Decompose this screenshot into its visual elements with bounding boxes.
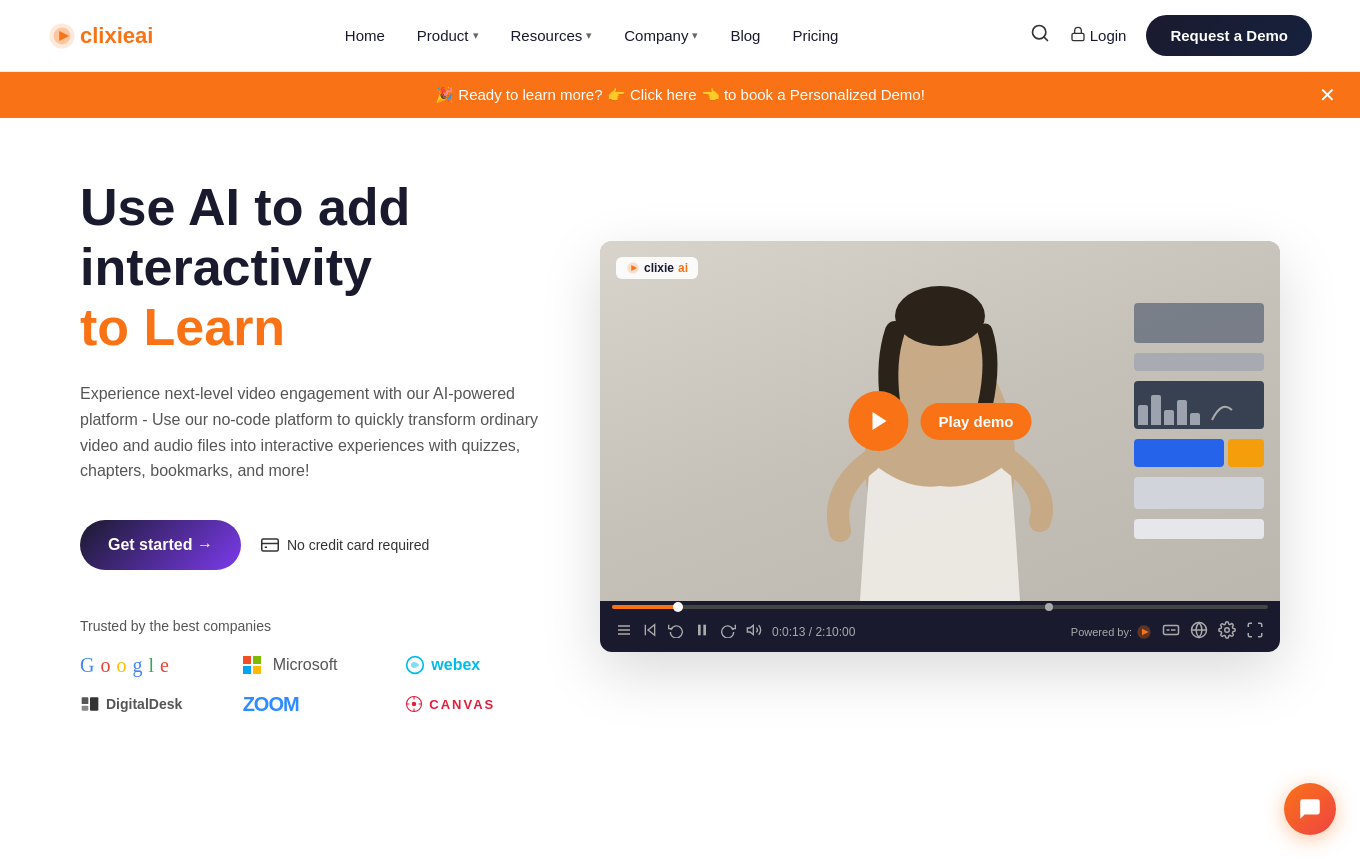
nav-blog[interactable]: Blog [730, 27, 760, 44]
powered-by-label: Powered by: [1071, 624, 1152, 640]
rewind-icon[interactable] [668, 622, 684, 641]
trusted-label: Trusted by the best companies [80, 618, 560, 634]
no-credit-label: No credit card required [261, 536, 429, 554]
promo-banner[interactable]: 🎉 Ready to learn more? 👉 Click here 👈 to… [0, 72, 1360, 118]
request-demo-button[interactable]: Request a Demo [1146, 15, 1312, 56]
banner-text: 🎉 Ready to learn more? 👉 Click here 👈 to… [435, 86, 925, 104]
svg-point-17 [895, 286, 985, 346]
lock-icon [1070, 26, 1086, 46]
chevron-down-icon: ▾ [692, 29, 698, 42]
navbar: clixieai Home Product ▾ Resources ▾ Comp… [0, 0, 1360, 72]
login-button[interactable]: Login [1070, 26, 1127, 46]
svg-rect-26 [698, 625, 701, 636]
svg-marker-28 [747, 626, 753, 635]
svg-point-14 [412, 702, 417, 707]
nav-actions: Login Request a Demo [1030, 15, 1312, 56]
nav-resources[interactable]: Resources ▾ [511, 27, 593, 44]
hero-actions: Get started → No credit card required [80, 520, 560, 570]
hero-heading: Use AI to add interactivity to Learn [80, 178, 560, 357]
video-logo: clixie ai [616, 257, 698, 279]
fullscreen-icon[interactable] [1246, 621, 1264, 642]
forward-icon[interactable] [720, 622, 736, 641]
svg-rect-10 [82, 698, 89, 705]
progress-handle[interactable] [673, 602, 683, 612]
svg-line-4 [1044, 37, 1048, 41]
progress-track[interactable] [612, 605, 1268, 609]
video-body: clixie ai [600, 241, 1280, 601]
video-logo-icon [626, 261, 640, 275]
logo-text: clixieai [80, 23, 153, 49]
chapters-icon[interactable] [616, 622, 632, 641]
logo-webex: webex [405, 654, 560, 677]
hero-right: clixie ai [600, 241, 1280, 652]
play-overlay[interactable]: Play demo [848, 391, 1031, 451]
logo-zoom: ZOOM [243, 693, 398, 716]
trusted-logos: Google Microsoft web [80, 654, 560, 716]
volume-icon[interactable] [746, 622, 762, 641]
ui-cards [1134, 303, 1264, 539]
language-icon[interactable] [1190, 621, 1208, 642]
svg-rect-12 [90, 698, 98, 711]
canvas-icon [405, 695, 423, 713]
nav-company[interactable]: Company ▾ [624, 27, 698, 44]
svg-point-36 [1225, 628, 1230, 633]
svg-rect-5 [1072, 33, 1084, 40]
play-label[interactable]: Play demo [920, 403, 1031, 440]
trusted-section: Trusted by the best companies Google Mic… [80, 618, 560, 716]
svg-marker-20 [872, 412, 886, 430]
nav-home[interactable]: Home [345, 27, 385, 44]
hero-left: Use AI to add interactivity to Learn Exp… [80, 178, 560, 716]
hero-section: Use AI to add interactivity to Learn Exp… [0, 118, 1360, 776]
skip-back-icon[interactable] [642, 622, 658, 641]
webex-icon [405, 655, 425, 675]
settings-icon[interactable] [1218, 621, 1236, 642]
captions-icon[interactable] [1162, 621, 1180, 642]
close-icon[interactable]: ✕ [1319, 83, 1336, 107]
logo-icon [48, 22, 76, 50]
search-icon[interactable] [1030, 23, 1050, 48]
svg-marker-24 [648, 625, 655, 636]
svg-rect-6 [262, 539, 279, 551]
chapter-marker [1045, 603, 1053, 611]
svg-rect-11 [82, 706, 89, 711]
get-started-button[interactable]: Get started → [80, 520, 241, 570]
nav-links: Home Product ▾ Resources ▾ Company ▾ Blo… [345, 27, 839, 44]
time-display: 0:0:13 / 2:10:00 [772, 625, 855, 639]
logo[interactable]: clixieai [48, 22, 153, 50]
digitaldesk-icon [80, 694, 100, 714]
credit-card-icon [261, 536, 279, 554]
play-button[interactable] [848, 391, 908, 451]
play-icon [866, 409, 890, 433]
logo-canvas: CANVAS [405, 693, 560, 716]
hero-subtitle: Experience next-level video engagement w… [80, 381, 560, 483]
logo-microsoft: Microsoft [243, 654, 398, 677]
nav-pricing[interactable]: Pricing [792, 27, 838, 44]
pause-icon[interactable] [694, 622, 710, 641]
video-controls: 0:0:13 / 2:10:00 Powered by: [600, 611, 1280, 652]
video-player[interactable]: clixie ai [600, 241, 1280, 652]
chevron-down-icon: ▾ [586, 29, 592, 42]
chevron-down-icon: ▾ [473, 29, 479, 42]
logo-digitaldesk: DigitalDesk [80, 693, 235, 716]
logo-google: Google [80, 654, 235, 677]
svg-rect-27 [703, 625, 706, 636]
hero-heading-orange: to Learn [80, 298, 285, 356]
nav-product[interactable]: Product ▾ [417, 27, 479, 44]
